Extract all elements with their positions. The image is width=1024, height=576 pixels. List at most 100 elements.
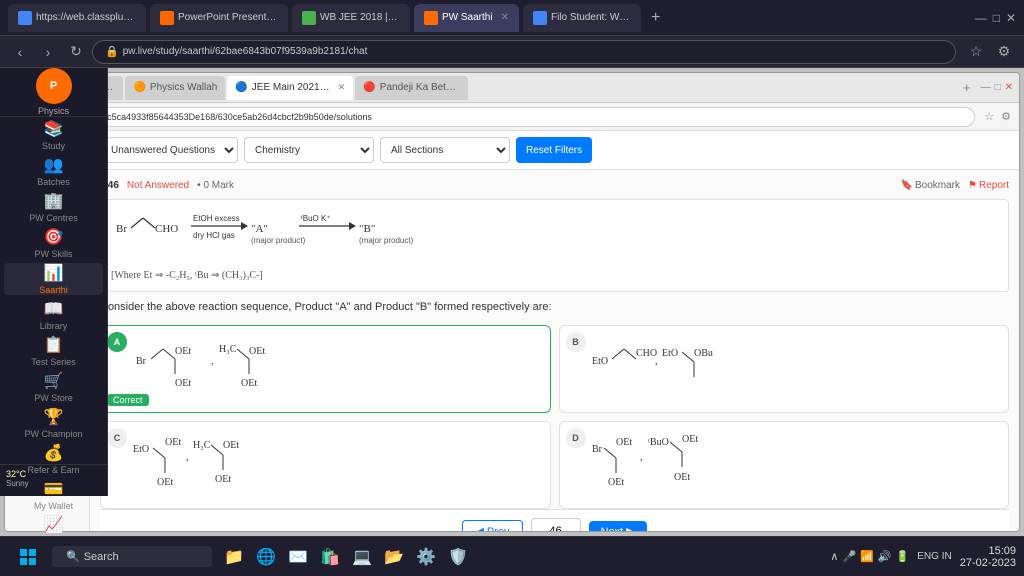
tab-favicon-2	[160, 11, 174, 25]
taskbar-shield-icon[interactable]: 🛡️	[444, 543, 472, 571]
report-button[interactable]: ⚑ Report	[968, 180, 1009, 191]
browser-navbar: ‹ › ↻ 🔒 pw.live/study/saarthi/62bae6843b…	[0, 36, 1024, 68]
inner-tab-jee2021[interactable]: 🔵 JEE Main 2021 (25 Jul Shift 2) - C... …	[227, 76, 353, 100]
sidebar-item-library[interactable]: 📖 Library	[4, 299, 103, 331]
results-icon: 📈	[44, 515, 64, 535]
reaction-box: Br CHO EtOH excess	[100, 199, 1009, 292]
svg-text:H₃C: H₃C	[193, 440, 211, 451]
tab-classplusapp[interactable]: https://web.classplusapp.com/newAp...	[8, 4, 146, 32]
sidebar-label-pwcentres: PW Centres	[29, 213, 78, 223]
close-button[interactable]: ✕	[1006, 11, 1016, 25]
sidebar-item-pwchampion[interactable]: 🏆 PW Champion	[4, 407, 103, 439]
language-indicator[interactable]: ENG IN	[917, 551, 951, 562]
option-d-card[interactable]: D Br OEt OEt ,	[559, 421, 1010, 509]
inner-settings-icon[interactable]: ⚙	[999, 110, 1013, 123]
sidebar-item-results[interactable]: 📈 Our results	[4, 515, 103, 536]
sidebar-item-study[interactable]: 📚 Study	[4, 119, 103, 151]
option-a-card[interactable]: A Br OEt OEt	[100, 325, 551, 413]
bookmark-button[interactable]: 🔖 Bookmark	[901, 180, 960, 191]
inner-minimize-button[interactable]: —	[981, 82, 991, 93]
testseries-icon: 📋	[44, 335, 64, 355]
clock-display[interactable]: 15:09 27-02-2023	[960, 545, 1016, 569]
inner-tab-pw[interactable]: 🟠 Physics Wallah	[125, 76, 225, 100]
taskbar-settings-icon[interactable]: ⚙️	[412, 543, 440, 571]
refer-icon: 💰	[44, 443, 64, 463]
taskbar-folder-icon[interactable]: 📂	[380, 543, 408, 571]
battery-icon[interactable]: 🔋	[896, 550, 910, 563]
svg-text:CHO: CHO	[636, 348, 657, 359]
wifi-icon[interactable]: 📶	[860, 550, 874, 563]
option-c-card[interactable]: C EtO OEt OEt ,	[100, 421, 551, 509]
time-display: 15:09	[960, 545, 1016, 557]
refresh-button[interactable]: ↻	[64, 40, 88, 64]
forward-button[interactable]: ›	[36, 40, 60, 64]
taskbar-file-explorer-icon[interactable]: 📁	[220, 543, 248, 571]
report-icon: ⚑	[968, 180, 977, 191]
start-button[interactable]	[8, 542, 48, 572]
library-icon: 📖	[44, 299, 64, 319]
taskbar-store-icon[interactable]: 🛍️	[316, 543, 344, 571]
taskbar-mail-icon[interactable]: ✉️	[284, 543, 312, 571]
mic-icon[interactable]: 🎤	[842, 550, 856, 563]
option-c-svg: EtO OEt OEt , H₃C	[131, 430, 301, 495]
sidebar-item-pwskills[interactable]: 🎯 PW Skills	[4, 227, 103, 259]
address-bar[interactable]: 🔒 pw.live/study/saarthi/62bae6843b07f953…	[92, 40, 956, 64]
pwcentres-icon: 🏢	[44, 191, 64, 211]
inner-close-button[interactable]: ✕	[1005, 82, 1013, 93]
inner-browser-tabbar: 🟡 JEE Main 2023 (Online) 1st February...…	[5, 73, 1019, 103]
inner-tab-text-4: Pandeji Ka Beta Hoon (Mal-Re 1...	[380, 82, 460, 93]
sidebar-item-batches[interactable]: 👥 Batches	[4, 155, 103, 187]
taskbar: 🔍 Search 📁 🌐 ✉️ 🛍️ 💻 📂 ⚙️ 🛡️ ∧ 🎤 📶 🔊 🔋 E…	[0, 536, 1024, 576]
sidebar-label-batches: Batches	[37, 177, 70, 187]
inner-tab-favicon-3: 🔵	[235, 82, 247, 93]
next-button[interactable]: Next ▶	[589, 521, 647, 531]
prev-button[interactable]: ◀ Prev	[462, 520, 522, 531]
page-input[interactable]	[531, 518, 581, 531]
question-nav: ◀ Prev Next ▶	[100, 509, 1009, 531]
pwchampion-icon: 🏆	[44, 407, 64, 427]
browser-nav-icons: ☆ ⚙	[964, 40, 1016, 64]
inner-star-icon[interactable]: ☆	[982, 110, 996, 123]
section-filter-select[interactable]: All Sections	[380, 137, 510, 163]
sidebar-item-pwcentres[interactable]: 🏢 PW Centres	[4, 191, 103, 223]
sidebar-item-saarthi[interactable]: 📊 Saarthi	[4, 263, 103, 295]
inner-tab-pandeji[interactable]: 🔴 Pandeji Ka Beta Hoon (Mal-Re 1...	[355, 76, 467, 100]
reset-filters-button[interactable]: Reset Filters	[516, 137, 592, 163]
address-text: pw.live/study/saarthi/62bae6843b07f9539a…	[123, 46, 368, 57]
maximize-button[interactable]: □	[993, 11, 1000, 25]
inner-maximize-button[interactable]: □	[995, 82, 1001, 93]
taskbar-search-bar[interactable]: 🔍 Search	[52, 546, 212, 567]
new-tab-button[interactable]: +	[651, 9, 660, 27]
question-meta: Q46 Not Answered • 0 Mark 🔖 Bookmark	[100, 180, 1009, 191]
options-grid: A Br OEt OEt	[100, 325, 1009, 509]
tab-powerpoint[interactable]: PowerPoint Presentation	[150, 4, 288, 32]
tab-filo[interactable]: Filo Student: World's Only Live Instanc.…	[523, 4, 641, 32]
inner-new-tab-button[interactable]: +	[963, 80, 971, 95]
question-filter-select[interactable]: Unanswered Questions	[100, 137, 238, 163]
inner-address-bar[interactable]: app.quizrr.in/62c5ca4933f85644353De168/6…	[37, 107, 976, 127]
weather-temp: 32°C	[6, 469, 101, 479]
sidebar-label-study: Study	[42, 141, 65, 151]
tab-wbjee[interactable]: WB JEE 2018 | d and f Block Elements...	[292, 4, 410, 32]
tab-label-1: https://web.classplusapp.com/newAp...	[36, 12, 136, 23]
chevron-up-icon[interactable]: ∧	[830, 550, 838, 563]
sidebar-item-testseries[interactable]: 📋 Test Series	[4, 335, 103, 367]
bookmark-star-icon[interactable]: ☆	[964, 40, 988, 64]
taskbar-dev-icon[interactable]: 💻	[348, 543, 376, 571]
volume-icon[interactable]: 🔊	[878, 550, 892, 563]
content-header: Unanswered Questions Chemistry All Secti…	[90, 131, 1019, 170]
inner-tab-text-2: Physics Wallah	[150, 82, 217, 93]
svg-text:OEt: OEt	[674, 472, 690, 483]
settings-icon[interactable]: ⚙	[992, 40, 1016, 64]
weather-widget: 32°C Sunny	[0, 464, 107, 492]
back-button[interactable]: ‹	[8, 40, 32, 64]
tab-pw-saarthi[interactable]: PW Saarthi ✕	[414, 4, 519, 32]
tab-close-4[interactable]: ✕	[501, 12, 509, 23]
minimize-button[interactable]: —	[975, 11, 987, 25]
inner-tab-close-3[interactable]: ✕	[338, 82, 346, 93]
option-b-card[interactable]: B EtO CHO , EtO	[559, 325, 1010, 413]
sidebar-item-pwstore[interactable]: 🛒 PW Store	[4, 371, 103, 403]
report-label: Report	[979, 180, 1009, 191]
subject-filter-select[interactable]: Chemistry	[244, 137, 374, 163]
taskbar-browser-icon[interactable]: 🌐	[252, 543, 280, 571]
